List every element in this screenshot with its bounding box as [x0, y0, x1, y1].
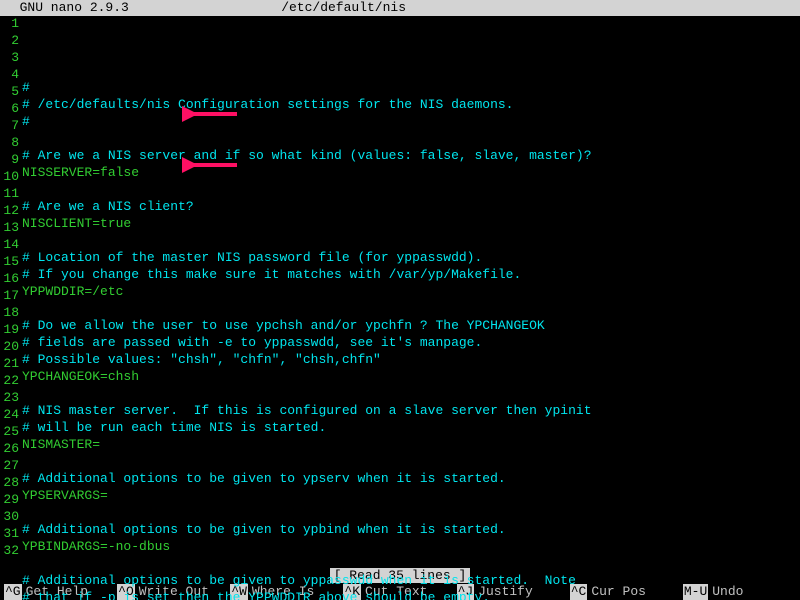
code-line[interactable]: YPSERVARGS= — [22, 488, 800, 505]
code-line[interactable]: NISCLIENT=true — [22, 216, 800, 233]
line-number: 27 — [0, 458, 19, 475]
code-line[interactable]: NISMASTER= — [22, 437, 800, 454]
code-line[interactable]: # will be run each time NIS is started. — [22, 420, 800, 437]
app-name: GNU nano 2.9.3 — [4, 0, 281, 16]
line-number: 9 — [0, 152, 19, 169]
code-line[interactable]: YPBINDARGS=-no-dbus — [22, 539, 800, 556]
line-number: 3 — [0, 50, 19, 67]
code-line[interactable] — [22, 556, 800, 573]
line-number: 12 — [0, 203, 19, 220]
code-line[interactable]: # Are we a NIS server and if so what kin… — [22, 148, 800, 165]
code-line[interactable]: # Additional options to be given to ypse… — [22, 471, 800, 488]
code-line[interactable]: YPCHANGEOK=chsh — [22, 369, 800, 386]
line-number: 10 — [0, 169, 19, 186]
titlebar: GNU nano 2.9.3 /etc/default/nis — [0, 0, 800, 16]
editor[interactable]: 1234567891011121314151617181920212223242… — [0, 16, 800, 568]
code-line[interactable] — [22, 386, 800, 403]
code-line[interactable] — [22, 131, 800, 148]
code-line[interactable] — [22, 233, 800, 250]
line-number: 30 — [0, 509, 19, 526]
line-number: 5 — [0, 84, 19, 101]
code-line[interactable]: # that if -p is set then the YPPWDDIR ab… — [22, 590, 800, 600]
code-line[interactable] — [22, 505, 800, 522]
code-line[interactable]: # Are we a NIS client? — [22, 199, 800, 216]
line-number: 32 — [0, 543, 19, 560]
code-line[interactable]: # — [22, 80, 800, 97]
line-number: 7 — [0, 118, 19, 135]
line-number: 4 — [0, 67, 19, 84]
code-line[interactable]: # NIS master server. If this is configur… — [22, 403, 800, 420]
file-path: /etc/default/nis — [281, 0, 796, 16]
line-number-gutter: 1234567891011121314151617181920212223242… — [0, 16, 22, 568]
line-number: 14 — [0, 237, 19, 254]
code-line[interactable]: # fields are passed with -e to yppasswdd… — [22, 335, 800, 352]
code-line[interactable] — [22, 454, 800, 471]
line-number: 16 — [0, 271, 19, 288]
line-number: 18 — [0, 305, 19, 322]
code-line[interactable]: # Do we allow the user to use ypchsh and… — [22, 318, 800, 335]
line-number: 28 — [0, 475, 19, 492]
code-line[interactable] — [22, 301, 800, 318]
code-line[interactable]: # Additional options to be given to ypbi… — [22, 522, 800, 539]
code-line[interactable]: YPPWDDIR=/etc — [22, 284, 800, 301]
code-line[interactable]: # If you change this make sure it matche… — [22, 267, 800, 284]
editor-content[interactable]: ## /etc/defaults/nis Configuration setti… — [22, 16, 800, 568]
code-line[interactable]: # — [22, 114, 800, 131]
code-line[interactable]: # /etc/defaults/nis Configuration settin… — [22, 97, 800, 114]
line-number: 19 — [0, 322, 19, 339]
line-number: 25 — [0, 424, 19, 441]
line-number: 26 — [0, 441, 19, 458]
line-number: 29 — [0, 492, 19, 509]
line-number: 24 — [0, 407, 19, 424]
line-number: 17 — [0, 288, 19, 305]
line-number: 2 — [0, 33, 19, 50]
code-line[interactable]: # Location of the master NIS password fi… — [22, 250, 800, 267]
line-number: 15 — [0, 254, 19, 271]
line-number: 8 — [0, 135, 19, 152]
line-number: 11 — [0, 186, 19, 203]
shortcut-key: ^G — [4, 584, 22, 600]
code-line[interactable]: # Possible values: "chsh", "chfn", "chsh… — [22, 352, 800, 369]
code-line[interactable]: # Additional options to be given to yppa… — [22, 573, 800, 590]
line-number: 13 — [0, 220, 19, 237]
line-number: 6 — [0, 101, 19, 118]
line-number: 31 — [0, 526, 19, 543]
line-number: 22 — [0, 373, 19, 390]
line-number: 21 — [0, 356, 19, 373]
code-line[interactable]: NISSERVER=false — [22, 165, 800, 182]
line-number: 20 — [0, 339, 19, 356]
line-number: 1 — [0, 16, 19, 33]
line-number: 23 — [0, 390, 19, 407]
code-line[interactable] — [22, 182, 800, 199]
